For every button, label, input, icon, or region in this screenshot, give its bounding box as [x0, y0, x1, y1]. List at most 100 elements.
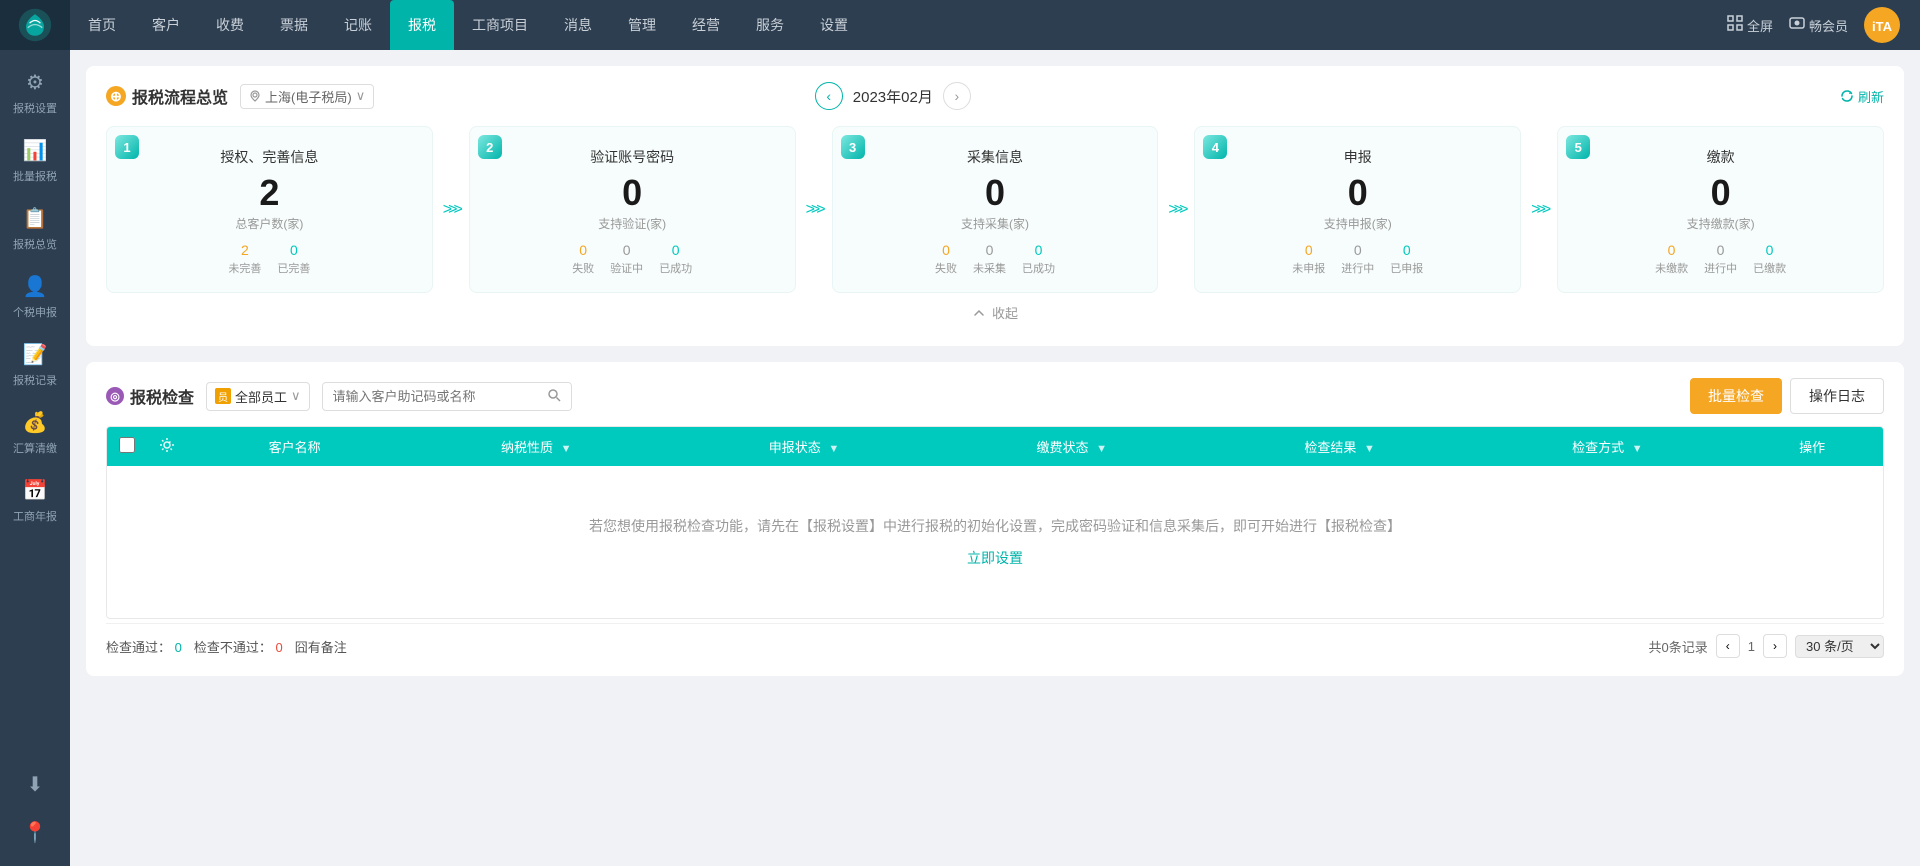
- step-stat: 0 已完善: [277, 242, 310, 276]
- step-num-2: 3: [841, 135, 865, 159]
- step-title-1: 验证账号密码: [486, 147, 779, 167]
- refresh-btn[interactable]: 刷新: [1840, 87, 1884, 106]
- next-month-btn[interactable]: ›: [943, 82, 971, 110]
- nav-item-票据[interactable]: 票据: [262, 0, 326, 50]
- search-input[interactable]: [323, 384, 537, 409]
- step-stat: 0 失败: [572, 242, 594, 276]
- step-stat: 0 已申报: [1390, 242, 1423, 276]
- app-logo: [0, 0, 70, 50]
- main-layout: ⚙报税设置📊批量报税📋报税总览👤个税申报 📝 报税记录 💰汇算清缴📅工商年报 ⬇ 📍 ⊕…: [0, 50, 1920, 866]
- nav-item-工商项目[interactable]: 工商项目: [454, 0, 546, 50]
- avatar: iTA: [1864, 7, 1900, 43]
- empty-tip: 若您想使用报税检查功能，请先在【报税设置】中进行报税的初始化设置，完成密码验证和…: [107, 466, 1883, 618]
- step-title-0: 授权、完善信息: [123, 147, 416, 167]
- sidebar-icon-4: 📝: [21, 340, 49, 368]
- member-btn[interactable]: 畅会员: [1789, 16, 1848, 35]
- collapse-bar[interactable]: 收起: [106, 293, 1884, 326]
- table-header: 客户名称 纳税性质 ▼ 申报状态 ▼ 缴费状态 ▼ 检查结果 ▼ 检查方式 ▼ …: [107, 427, 1883, 466]
- nav-item-消息[interactable]: 消息: [546, 0, 610, 50]
- col-client-name: 客户名称: [187, 427, 402, 466]
- current-date: 2023年02月: [853, 86, 933, 107]
- top-navigation: 首页客户收费票据记账报税工商项目消息管理经营服务设置 全屏 畅会员 iTA: [0, 0, 1920, 50]
- setup-link[interactable]: 立即设置: [967, 550, 1023, 566]
- fullscreen-label: 全屏: [1747, 19, 1773, 34]
- sidebar-item-4[interactable]: 📝 报税记录: [0, 330, 70, 398]
- total-records: 共0条记录: [1649, 637, 1708, 656]
- sidebar-item-1[interactable]: 📊批量报税: [0, 126, 70, 194]
- batch-check-btn[interactable]: 批量检查: [1690, 378, 1782, 414]
- step-stats-1: 0 失败 0 验证中 0 已成功: [486, 242, 779, 276]
- next-page-btn[interactable]: ›: [1763, 634, 1787, 658]
- process-title: ⊕ 报税流程总览: [106, 84, 228, 108]
- sidebar-label-5: 汇算清缴: [13, 440, 57, 456]
- nav-item-经营[interactable]: 经营: [674, 0, 738, 50]
- svg-text:iTA: iTA: [1872, 19, 1893, 34]
- step-title-2: 采集信息: [849, 147, 1142, 167]
- prev-month-btn[interactable]: ‹: [815, 82, 843, 110]
- step-card-4: 5 缴款 0 支持缴款(家) 0 未缴款 0 进行中 0 已缴款: [1557, 126, 1884, 293]
- nav-items: 首页客户收费票据记账报税工商项目消息管理经营服务设置: [70, 0, 1727, 50]
- sidebar-item-6[interactable]: 📅工商年报: [0, 466, 70, 534]
- location-tag[interactable]: 上海(电子税局) ∨: [240, 84, 374, 109]
- sidebar-item-2[interactable]: 📋报税总览: [0, 194, 70, 262]
- step-stats-4: 0 未缴款 0 进行中 0 已缴款: [1574, 242, 1867, 276]
- step-num-1: 2: [478, 135, 502, 159]
- step-card-2: 3 采集信息 0 支持采集(家) 0 失败 0 未采集 0 已成功: [832, 126, 1159, 293]
- sidebar-item-5[interactable]: 💰汇算清缴: [0, 398, 70, 466]
- nav-item-首页[interactable]: 首页: [70, 0, 134, 50]
- fail-count[interactable]: 0: [276, 640, 283, 655]
- note-label: 囧有备注: [295, 637, 347, 656]
- sidebar-label-4: 报税记录: [13, 372, 57, 388]
- step-stat: 0 验证中: [610, 242, 643, 276]
- nav-item-服务[interactable]: 服务: [738, 0, 802, 50]
- nav-item-客户[interactable]: 客户: [134, 0, 198, 50]
- sidebar-bottom-item-1[interactable]: 📍: [0, 808, 70, 856]
- prev-page-btn[interactable]: ‹: [1716, 634, 1740, 658]
- step-big-num-0: 2: [123, 175, 416, 211]
- step-stat: 0 未缴款: [1655, 242, 1688, 276]
- step-stats-3: 0 未申报 0 进行中 0 已申报: [1211, 242, 1504, 276]
- pass-count[interactable]: 0: [175, 640, 182, 655]
- footer-right: 共0条记录 ‹ 1 › 30 条/页 50 条/页 100 条/页: [1649, 634, 1884, 658]
- fullscreen-btn[interactable]: 全屏: [1727, 15, 1773, 35]
- search-box: [322, 382, 572, 411]
- nav-item-设置[interactable]: 设置: [802, 0, 866, 50]
- nav-item-管理[interactable]: 管理: [610, 0, 674, 50]
- page-size-select[interactable]: 30 条/页 50 条/页 100 条/页: [1795, 635, 1884, 658]
- sidebar-icon-0: ⚙: [21, 68, 49, 96]
- date-navigation: ‹ 2023年02月 ›: [815, 82, 971, 110]
- step-sub-0: 总客户数(家): [123, 215, 416, 232]
- sidebar-icon-1: 📊: [21, 136, 49, 164]
- nav-item-收费[interactable]: 收费: [198, 0, 262, 50]
- steps-row: 1 授权、完善信息 2 总客户数(家) 2 未完善 0 已完善 >>> 2 验证…: [106, 126, 1884, 293]
- search-btn[interactable]: [537, 383, 571, 410]
- staff-icon: 员: [215, 388, 231, 404]
- sidebar-label-2: 报税总览: [13, 236, 57, 252]
- col-settings: [147, 427, 187, 466]
- step-num-3: 4: [1203, 135, 1227, 159]
- sidebar-bottom-item-0[interactable]: ⬇: [0, 760, 70, 808]
- staff-select[interactable]: 员 全部员工 ∨: [206, 382, 310, 411]
- sidebar-label-3: 个税申报: [13, 304, 57, 320]
- select-all-checkbox[interactable]: [119, 437, 135, 453]
- step-stat: 0 失败: [935, 242, 957, 276]
- nav-item-报税[interactable]: 报税: [390, 0, 454, 50]
- process-overview-card: ⊕ 报税流程总览 上海(电子税局) ∨ ‹ 2023年02月 › 刷新: [86, 66, 1904, 346]
- step-title-3: 申报: [1211, 147, 1504, 167]
- chevron-down-icon: ∨: [291, 388, 301, 404]
- sidebar-label-6: 工商年报: [13, 508, 57, 524]
- check-title: ◎ 报税检查: [106, 384, 194, 408]
- operation-log-btn[interactable]: 操作日志: [1790, 378, 1884, 414]
- col-check-result: 检查结果 ▼: [1206, 427, 1474, 466]
- nav-item-记账[interactable]: 记账: [326, 0, 390, 50]
- sidebar-bottom-icon-0: ⬇: [21, 770, 49, 798]
- main-content: ⊕ 报税流程总览 上海(电子税局) ∨ ‹ 2023年02月 › 刷新: [70, 50, 1920, 866]
- fail-label: 检查不通过： 0: [194, 637, 283, 656]
- step-card-0: 1 授权、完善信息 2 总客户数(家) 2 未完善 0 已完善: [106, 126, 433, 293]
- sidebar-item-0[interactable]: ⚙报税设置: [0, 58, 70, 126]
- process-header: ⊕ 报税流程总览 上海(电子税局) ∨ ‹ 2023年02月 › 刷新: [106, 82, 1884, 110]
- sidebar-item-3[interactable]: 👤个税申报: [0, 262, 70, 330]
- step-arrow-3: >>>: [1158, 126, 1194, 293]
- member-label: 畅会员: [1809, 16, 1848, 35]
- step-num-4: 5: [1566, 135, 1590, 159]
